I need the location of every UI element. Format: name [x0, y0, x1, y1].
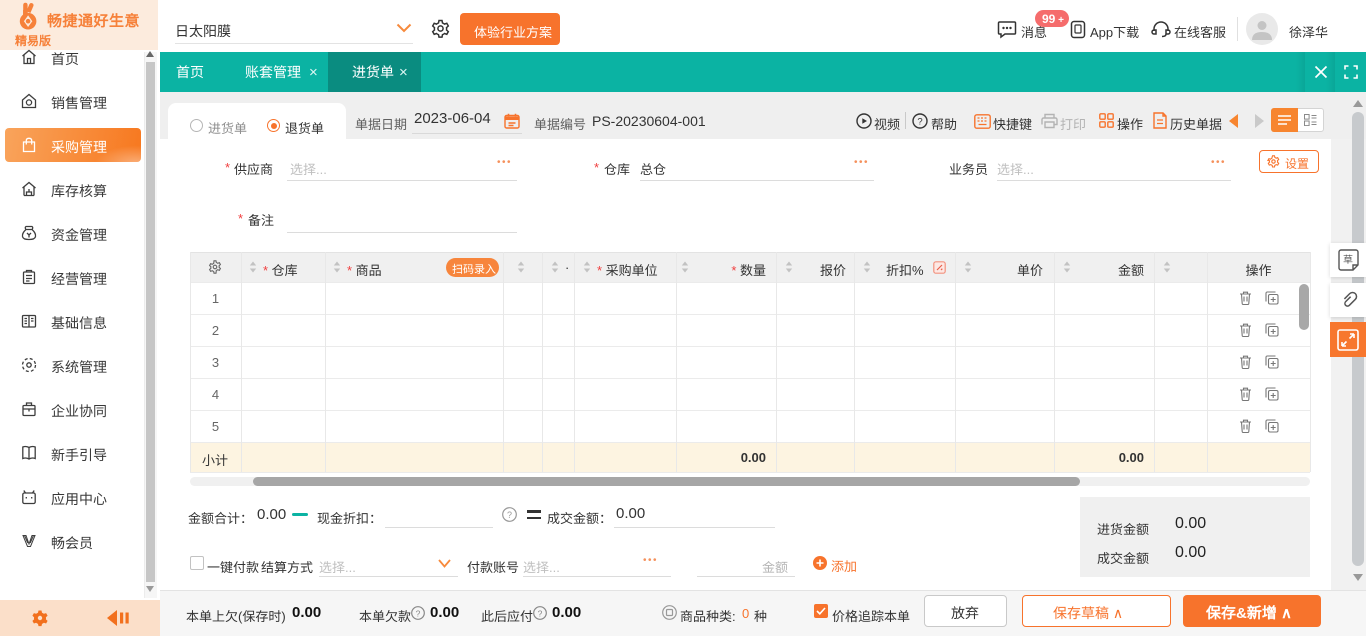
- svg-text:?: ?: [538, 608, 543, 618]
- svg-text:?: ?: [917, 117, 922, 128]
- svg-text:?: ?: [507, 510, 512, 520]
- svg-text:?: ?: [416, 608, 421, 618]
- svg-text:草: 草: [1343, 254, 1353, 266]
